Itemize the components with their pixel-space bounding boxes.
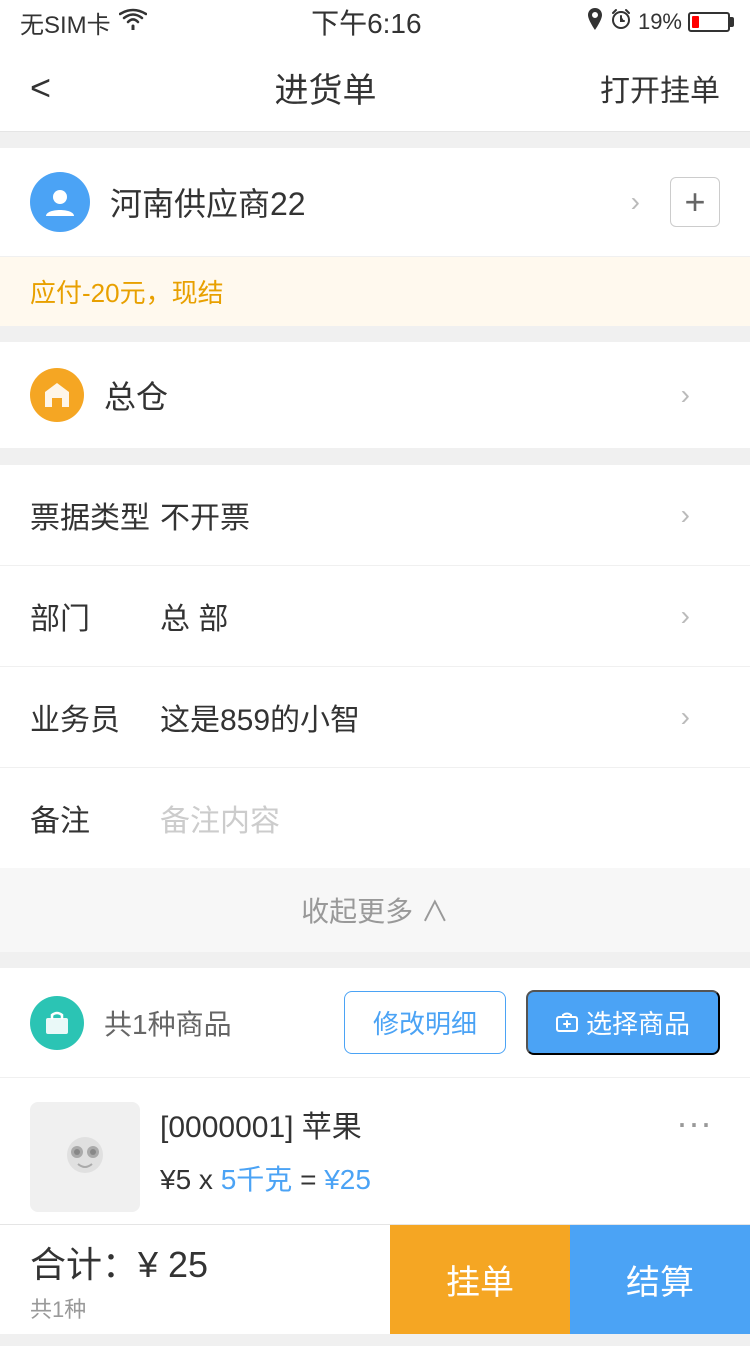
ticket-type-label: 票据类型 (30, 493, 160, 537)
salesperson-chevron-icon: › (681, 701, 690, 733)
section-divider-1 (0, 132, 750, 148)
price-equals: = (300, 1164, 324, 1195)
salesperson-value: 这是859的小智 (160, 695, 681, 739)
warehouse-row[interactable]: 总仓 › (0, 342, 750, 448)
status-right: 19% (586, 8, 730, 36)
supplier-section: 河南供应商22 › + 应付-20元，现结 (0, 148, 750, 326)
product-name: [0000001] 苹果 (160, 1102, 648, 1146)
supplier-name: 河南供应商22 (110, 179, 631, 225)
status-left: 无SIM卡 (20, 5, 147, 40)
back-button[interactable]: < (30, 67, 51, 109)
nav-bar: < 进货单 打开挂单 (0, 44, 750, 132)
product-more-button[interactable]: ··· (668, 1102, 720, 1144)
supplier-avatar (30, 172, 90, 232)
remark-row[interactable]: 备注 备注内容 (0, 767, 750, 868)
collapse-label: 收起更多 ∧ (301, 890, 449, 930)
select-product-label: 选择商品 (586, 1004, 690, 1041)
section-divider-2 (0, 326, 750, 342)
dept-row[interactable]: 部门 总 部 › (0, 565, 750, 666)
hang-button[interactable]: 挂单 (390, 1225, 570, 1334)
ticket-type-row[interactable]: 票据类型 不开票 › (0, 464, 750, 565)
product-count: 共1种商品 (104, 1003, 324, 1043)
salesperson-label: 业务员 (30, 695, 160, 739)
ticket-type-value: 不开票 (160, 493, 681, 537)
add-supplier-button[interactable]: + (670, 177, 720, 227)
product-header: 共1种商品 修改明细 选择商品 (0, 968, 750, 1077)
status-bar: 无SIM卡 下午6:16 19% (0, 0, 750, 44)
total-amount: 合计：¥ 25 (30, 1236, 360, 1288)
product-icon (30, 996, 84, 1050)
battery-percentage: 19% (638, 9, 682, 35)
salesperson-row[interactable]: 业务员 这是859的小智 › (0, 666, 750, 767)
product-item: [0000001] 苹果 ¥5 x 5千克 = ¥25 ··· (0, 1077, 750, 1236)
warehouse-icon (30, 368, 84, 422)
total-count: 共1种 (30, 1292, 360, 1324)
ticket-chevron-icon: › (681, 499, 690, 531)
warehouse-section: 总仓 › (0, 342, 750, 448)
dept-value: 总 部 (160, 594, 681, 638)
remark-label: 备注 (30, 796, 160, 840)
edit-details-button[interactable]: 修改明细 (344, 991, 506, 1054)
carrier-label: 无SIM卡 (20, 5, 111, 40)
dept-label: 部门 (30, 594, 160, 638)
status-time: 下午6:16 (311, 2, 422, 42)
product-qty: 5千克 (221, 1164, 293, 1195)
page-title: 进货单 (275, 63, 377, 112)
total-section: 合计：¥ 25 共1种 (0, 1225, 390, 1334)
total-value: ¥ 25 (138, 1244, 208, 1285)
settle-button[interactable]: 结算 (570, 1225, 750, 1334)
collapse-button[interactable]: 收起更多 ∧ (0, 868, 750, 952)
wifi-icon (119, 8, 147, 37)
total-label: 合计： (30, 1244, 138, 1285)
remark-placeholder: 备注内容 (160, 796, 720, 840)
select-product-button[interactable]: 选择商品 (526, 990, 720, 1055)
form-section: 票据类型 不开票 › 部门 总 部 › 业务员 这是859的小智 › 备注 备注… (0, 464, 750, 868)
section-divider-4 (0, 952, 750, 968)
open-pending-button[interactable]: 打开挂单 (600, 66, 720, 110)
dept-chevron-icon: › (681, 600, 690, 632)
bottom-bar: 合计：¥ 25 共1种 挂单 结算 (0, 1224, 750, 1334)
product-info: [0000001] 苹果 ¥5 x 5千克 = ¥25 (160, 1102, 648, 1198)
product-code: [0000001] (160, 1111, 302, 1144)
location-icon (586, 8, 604, 36)
product-total: ¥25 (324, 1164, 371, 1195)
supplier-chevron-icon: › (631, 186, 640, 218)
product-thumbnail (30, 1102, 140, 1212)
warehouse-chevron-icon: › (681, 379, 690, 411)
section-divider-3 (0, 448, 750, 464)
supplier-alert: 应付-20元，现结 (0, 257, 750, 326)
product-title: 苹果 (302, 1111, 362, 1144)
unit-price: ¥5 x (160, 1164, 221, 1195)
supplier-row[interactable]: 河南供应商22 › + (0, 148, 750, 257)
alarm-icon (610, 8, 632, 36)
warehouse-name: 总仓 (104, 372, 681, 418)
product-price: ¥5 x 5千克 = ¥25 (160, 1158, 648, 1198)
battery-icon (688, 12, 730, 32)
